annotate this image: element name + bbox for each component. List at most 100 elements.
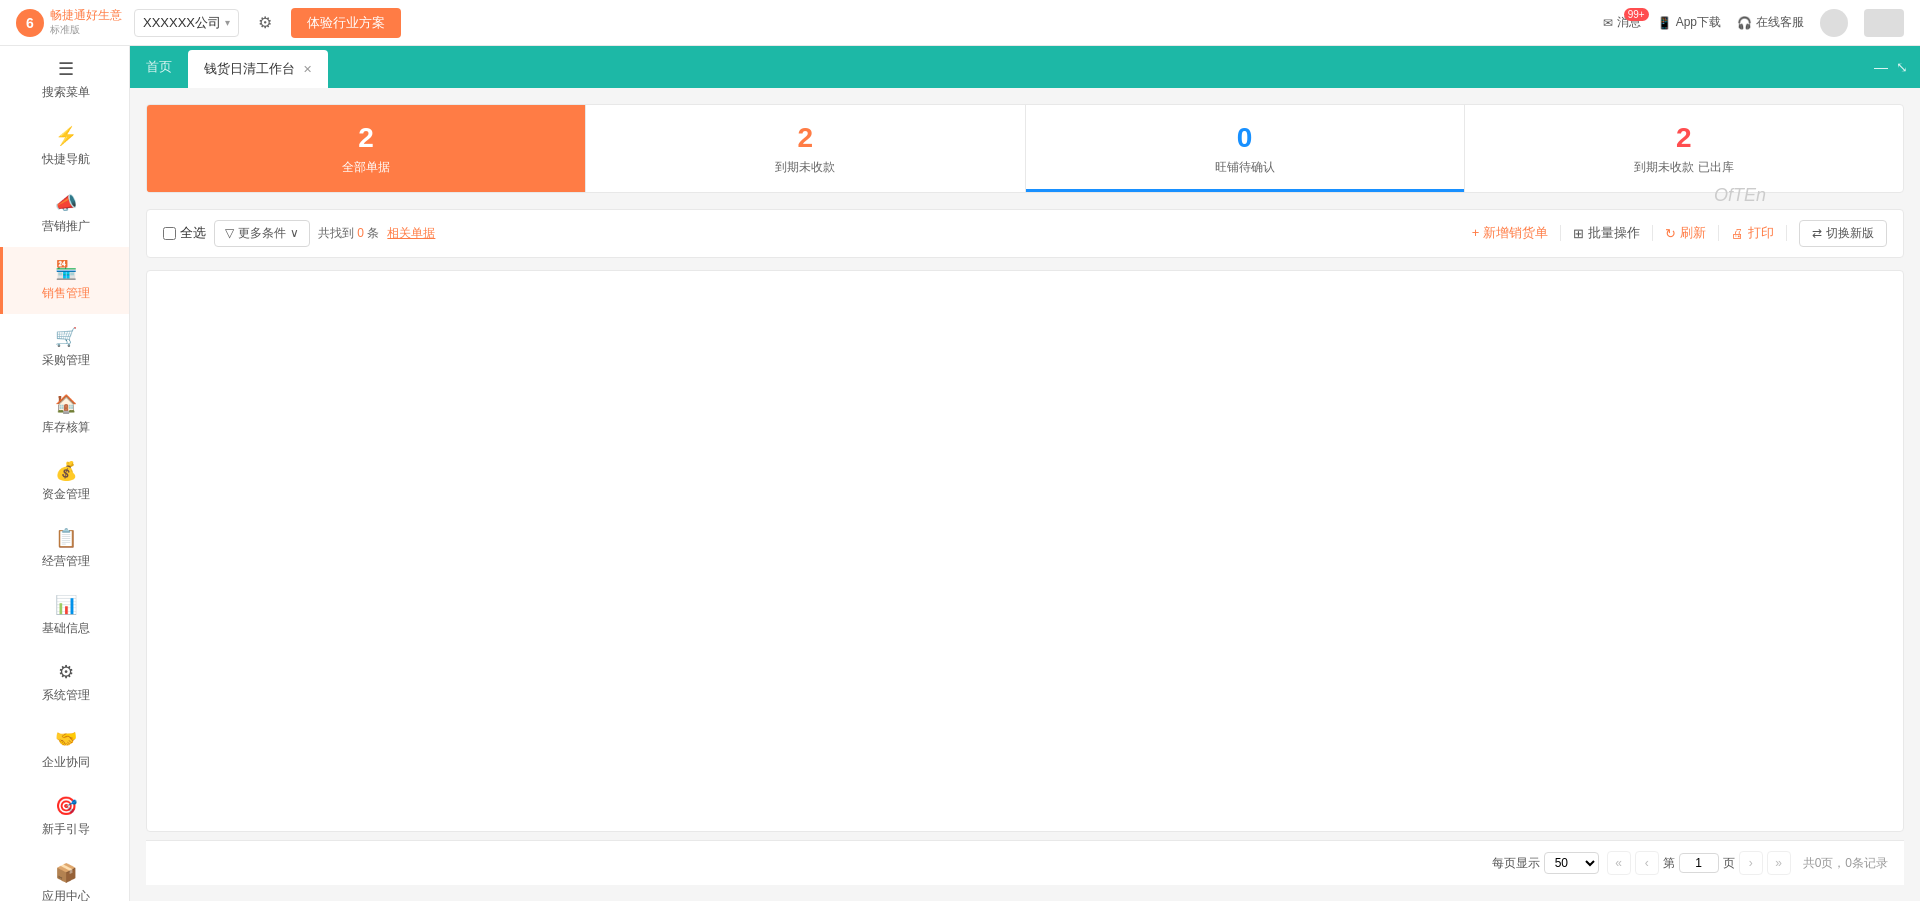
user-name-area[interactable] — [1864, 9, 1904, 37]
sidebar-item-quick-nav[interactable]: ⚡ 快捷导航 — [0, 113, 129, 180]
tab-home[interactable]: 首页 — [130, 46, 188, 88]
toolbar: 全选 ▽ 更多条件 ∨ 共找到 0 条 相关单据 + 新增销货单 — [146, 209, 1904, 258]
toolbar-right: + 新增销货单 ⊞ 批量操作 ↻ 刷新 🖨 打印 — [1472, 220, 1887, 247]
prev-page-button[interactable]: ‹ — [1635, 851, 1659, 875]
page-content: 2 全部单据 2 到期未收款 0 旺铺待确认 2 到期未收款 已出库 — [130, 88, 1920, 901]
online-service-label: 在线客服 — [1756, 14, 1804, 31]
per-page-dropdown[interactable]: 50 100 200 — [1544, 852, 1599, 874]
app-download-button[interactable]: 📱 App下载 — [1657, 14, 1721, 31]
switch-label: 切换新版 — [1826, 225, 1874, 242]
marketing-icon: 📣 — [55, 192, 77, 214]
select-all-checkbox[interactable]: 全选 — [163, 224, 206, 242]
app-center-icon: 📦 — [55, 862, 77, 884]
select-all-input[interactable] — [163, 227, 176, 240]
system-icon: ⚙ — [58, 661, 74, 683]
chevron-down-icon: ▾ — [225, 17, 230, 28]
app-name: 畅捷通好生意 — [50, 8, 122, 24]
stat-card-overdue[interactable]: 2 到期未收款 — [586, 105, 1025, 192]
table-wrapper — [146, 270, 1904, 832]
stat-number-overdue: 2 — [798, 121, 814, 155]
sidebar-label-app-center: 应用中心 — [42, 888, 90, 901]
first-page-button[interactable]: « — [1607, 851, 1631, 875]
batch-operation-button[interactable]: ⊞ 批量操作 — [1573, 224, 1640, 242]
stat-label-shipped: 到期未收款 已出库 — [1634, 159, 1733, 176]
service-icon: 🎧 — [1737, 16, 1752, 30]
per-page-label: 每页显示 — [1492, 855, 1540, 872]
stat-card-all[interactable]: 2 全部单据 — [147, 105, 586, 192]
tab-minimize-button[interactable]: — — [1870, 55, 1892, 79]
tab-workbench[interactable]: 钱货日清工作台 ✕ — [188, 50, 328, 88]
tab-actions: — ⤡ — [1870, 55, 1920, 79]
select-all-label: 全选 — [180, 224, 206, 242]
sidebar-item-operations[interactable]: 📋 经营管理 — [0, 515, 129, 582]
company-selector[interactable]: XXXXXX公司 ▾ — [134, 9, 239, 37]
sidebar-item-inventory[interactable]: 🏠 库存核算 — [0, 381, 129, 448]
avatar[interactable] — [1820, 9, 1848, 37]
last-page-button[interactable]: » — [1767, 851, 1791, 875]
settings-button[interactable]: ⚙ — [251, 9, 279, 37]
filter-button[interactable]: ▽ 更多条件 ∨ — [214, 220, 310, 247]
page-input[interactable] — [1679, 853, 1719, 873]
print-icon: 🖨 — [1731, 226, 1744, 241]
online-service-button[interactable]: 🎧 在线客服 — [1737, 14, 1804, 31]
print-button[interactable]: 🖨 打印 — [1731, 224, 1774, 242]
logo-text-block: 畅捷通好生意 标准版 — [50, 8, 122, 38]
message-badge: 99+ — [1624, 8, 1649, 21]
sidebar-item-purchase[interactable]: 🛒 采购管理 — [0, 314, 129, 381]
stat-card-shipped[interactable]: 2 到期未收款 已出库 — [1465, 105, 1903, 192]
sidebar-label-quick-nav: 快捷导航 — [42, 151, 90, 168]
quick-nav-icon: ⚡ — [55, 125, 77, 147]
found-text: 共找到 0 条 — [318, 225, 379, 242]
stat-number-pending: 0 — [1237, 121, 1253, 155]
stats-row: 2 全部单据 2 到期未收款 0 旺铺待确认 2 到期未收款 已出库 — [146, 104, 1904, 193]
logo-area: 6 畅捷通好生意 标准版 — [16, 8, 122, 38]
top-header: 6 畅捷通好生意 标准版 XXXXXX公司 ▾ ⚙ 体验行业方案 ✉ 消息 99… — [0, 0, 1920, 46]
divider-1 — [1560, 225, 1561, 241]
sidebar-label-purchase: 采购管理 — [42, 352, 90, 369]
tab-close-icon[interactable]: ✕ — [303, 63, 312, 76]
stat-label-overdue: 到期未收款 — [775, 159, 835, 176]
tab-home-label: 首页 — [146, 58, 172, 76]
refresh-icon: ↻ — [1665, 226, 1676, 241]
sidebar-label-guide: 新手引导 — [42, 821, 90, 838]
sidebar-item-marketing[interactable]: 📣 营销推广 — [0, 180, 129, 247]
sidebar-label-system: 系统管理 — [42, 687, 90, 704]
sidebar-label-finance: 资金管理 — [42, 486, 90, 503]
refresh-label: 刷新 — [1680, 224, 1706, 242]
enterprise-icon: 🤝 — [55, 728, 77, 750]
filter-chevron-icon: ∨ — [290, 226, 299, 240]
pagination-bar: 每页显示 50 100 200 « ‹ 第 页 › » 共0页，0条记录 — [146, 840, 1904, 885]
sidebar-item-search[interactable]: ☰ 搜索菜单 — [0, 46, 129, 113]
tab-workbench-label: 钱货日清工作台 — [204, 60, 295, 78]
logo-icon: 6 — [16, 9, 44, 37]
switch-icon: ⇄ — [1812, 226, 1822, 240]
stat-card-pending[interactable]: 0 旺铺待确认 — [1026, 105, 1465, 192]
add-sales-order-button[interactable]: + 新增销货单 — [1472, 224, 1548, 242]
message-button[interactable]: ✉ 消息 99+ — [1603, 14, 1641, 31]
stat-label-all: 全部单据 — [342, 159, 390, 176]
sidebar-item-system[interactable]: ⚙ 系统管理 — [0, 649, 129, 716]
page-suffix: 页 — [1723, 855, 1735, 872]
sidebar-item-base-info[interactable]: 📊 基础信息 — [0, 582, 129, 649]
guide-icon: 🎯 — [55, 795, 77, 817]
sidebar-item-sales[interactable]: 🏪 销售管理 — [0, 247, 129, 314]
stat-underline-pending — [1026, 189, 1464, 192]
refresh-button[interactable]: ↻ 刷新 — [1665, 224, 1706, 242]
related-orders-link[interactable]: 相关单据 — [387, 225, 435, 242]
app-download-label: App下载 — [1676, 14, 1721, 31]
switch-version-button[interactable]: ⇄ 切换新版 — [1799, 220, 1887, 247]
tab-maximize-button[interactable]: ⤡ — [1892, 55, 1912, 79]
next-page-button[interactable]: › — [1739, 851, 1763, 875]
trial-button[interactable]: 体验行业方案 — [291, 8, 401, 38]
sidebar-item-finance[interactable]: 💰 资金管理 — [0, 448, 129, 515]
sidebar-item-app-center[interactable]: 📦 应用中心 — [0, 850, 129, 901]
sidebar-label-sales: 销售管理 — [42, 285, 90, 302]
finance-icon: 💰 — [55, 460, 77, 482]
sidebar-item-enterprise[interactable]: 🤝 企业协同 — [0, 716, 129, 783]
purchase-icon: 🛒 — [55, 326, 77, 348]
sidebar-item-guide[interactable]: 🎯 新手引导 — [0, 783, 129, 850]
filter-label: 更多条件 — [238, 225, 286, 242]
sidebar-label-enterprise: 企业协同 — [42, 754, 90, 771]
filter-icon: ▽ — [225, 226, 234, 240]
header-right: ✉ 消息 99+ 📱 App下载 🎧 在线客服 — [1603, 9, 1904, 37]
